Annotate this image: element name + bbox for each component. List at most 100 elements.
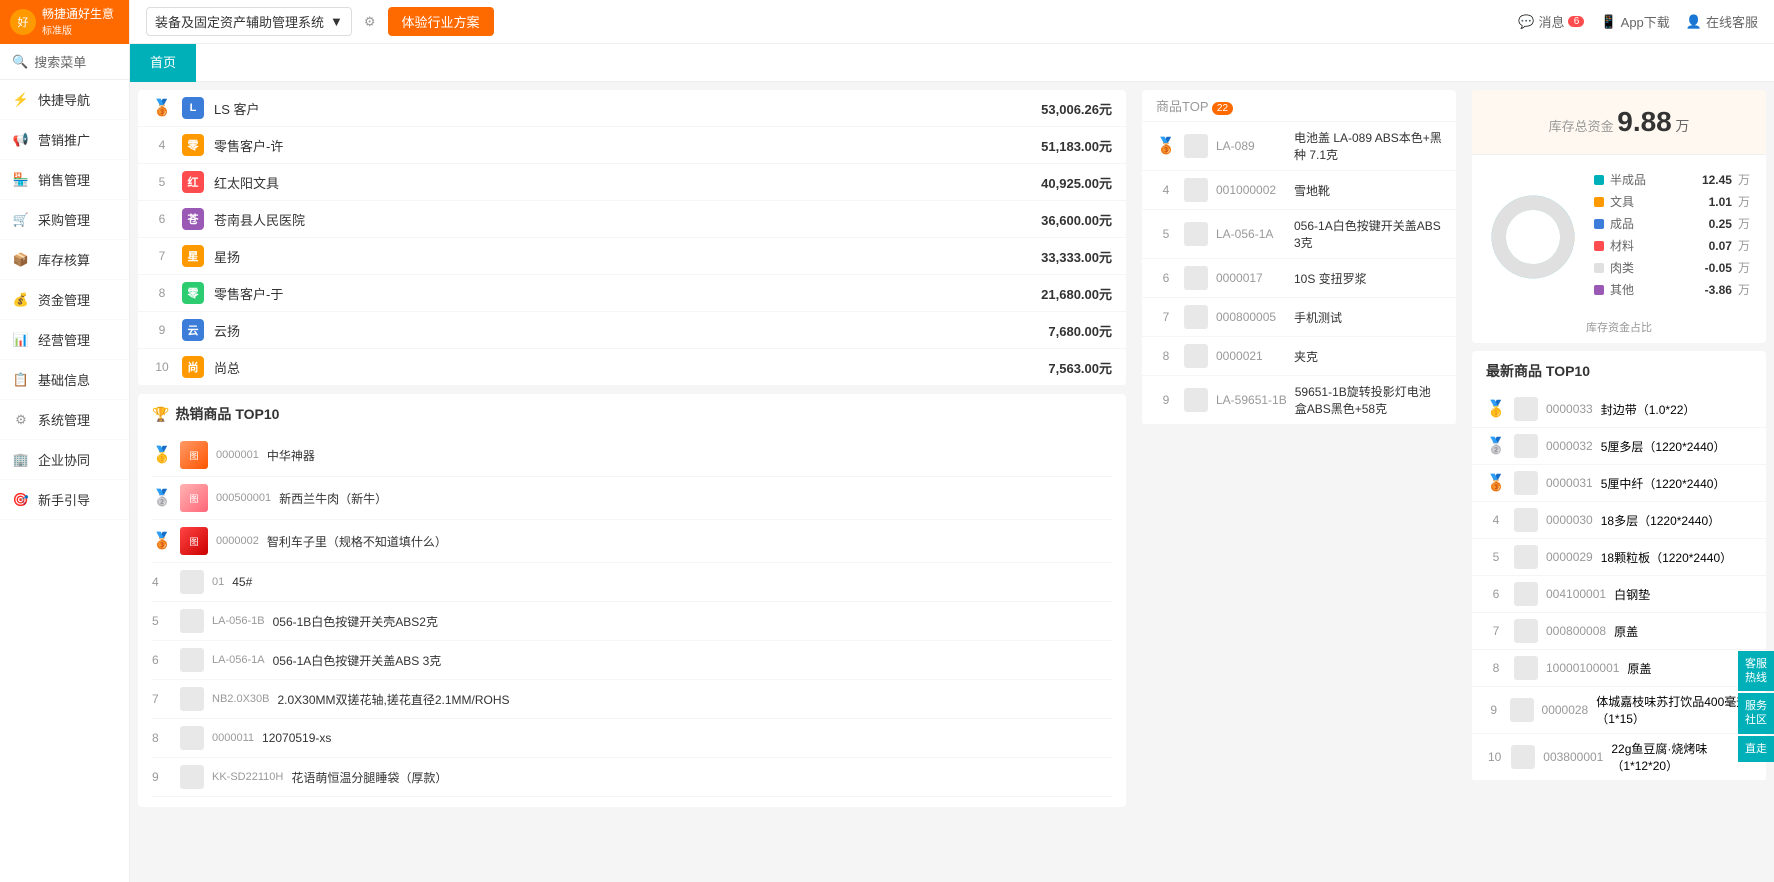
prod-code-0000017: 0000017 — [1216, 271, 1286, 285]
stock-chart-area: 半成品 12.45 万 文具 1.01 万 成品 — [1472, 155, 1766, 319]
company-icon: 🏢 — [12, 451, 30, 469]
new-products-header: 最新商品 TOP10 — [1472, 351, 1766, 391]
guide-icon: 🎯 — [12, 491, 30, 509]
app-download-label: App下载 — [1621, 12, 1670, 31]
hot-img-7 — [180, 687, 204, 711]
search-menu[interactable]: 🔍 搜索菜单 — [0, 44, 129, 80]
hot-code-5: LA-056-1B — [212, 615, 265, 627]
sidebar-item-system[interactable]: ⚙ 系统管理 — [0, 400, 129, 440]
prod-img-000800005 — [1184, 305, 1208, 329]
new-products-title: 最新商品 TOP10 — [1486, 363, 1590, 379]
top-products-panel: 商品TOP 22 🥉 LA-089 电池盖 LA-089 ABS本色+黑种 7.… — [1134, 82, 1464, 882]
list-item: 8 10000100001 原盖 — [1472, 650, 1766, 687]
legend-unit-roulei: 万 — [1738, 259, 1750, 276]
customer-amount-ling-xu: 51,183.00元 — [1041, 136, 1112, 155]
prod-code-la0561a: LA-056-1A — [1216, 227, 1286, 241]
new-prod-name-9: 体城嘉枝味苏打饮品400毫升（1*15） — [1596, 693, 1752, 727]
marketing-icon: 📢 — [12, 131, 30, 149]
legend-value-banchenpin: 12.45 — [1702, 173, 1732, 187]
new-prod-code-3: 0000031 — [1546, 476, 1593, 490]
legend-unit-cailiao: 万 — [1738, 237, 1750, 254]
customer-amount-hong: 40,925.00元 — [1041, 173, 1112, 192]
hot-img-2: 图 — [180, 484, 208, 512]
settings-icon[interactable]: ⚙ — [364, 14, 376, 30]
system-name: 装备及固定资产辅助管理系统 — [155, 12, 324, 31]
new-prod-img-5 — [1514, 545, 1538, 569]
system-selector[interactable]: 装备及固定资产辅助管理系统 ▼ — [146, 7, 352, 36]
online-service-item[interactable]: 👤 在线客服 — [1686, 12, 1758, 31]
legend-dot-roulei — [1594, 263, 1604, 273]
prod-code-000800005: 000800005 — [1216, 310, 1286, 324]
prod-name-0000021: 夹克 — [1294, 348, 1442, 365]
customer-name-cang: 苍南县人民医院 — [214, 210, 1031, 229]
search-menu-label: 搜索菜单 — [34, 52, 86, 71]
customer-amount-yun: 7,680.00元 — [1048, 321, 1112, 340]
app-download-item[interactable]: 📱 App下载 — [1600, 12, 1669, 31]
page-tabs: 首页 — [130, 44, 1774, 82]
new-prod-img-4 — [1514, 508, 1538, 532]
new-prod-name-5: 18颗粒板（1220*2440） — [1601, 549, 1732, 566]
service-icon: 👤 — [1686, 14, 1702, 30]
hot-img-4 — [180, 570, 204, 594]
list-item: 6 004100001 白钢垫 — [1472, 576, 1766, 613]
legend-dot-wenju — [1594, 197, 1604, 207]
sidebar-item-guide[interactable]: 🎯 新手引导 — [0, 480, 129, 520]
service-label: 在线客服 — [1706, 12, 1758, 31]
stock-total-unit: 万 — [1675, 118, 1689, 134]
sidebar-item-guide-label: 新手引导 — [38, 490, 90, 509]
trial-button[interactable]: 体验行业方案 — [388, 7, 494, 36]
app-version: 标准版 — [42, 22, 114, 37]
prod-img-la0561a — [1184, 222, 1208, 246]
new-prod-name-6: 白钢垫 — [1614, 586, 1650, 603]
trophy-icon: 🏆 — [152, 406, 169, 423]
sidebar-item-finance[interactable]: 💰 资金管理 — [0, 280, 129, 320]
prod-img-0000017 — [1184, 266, 1208, 290]
operation-icon: 📊 — [12, 331, 30, 349]
new-prod-code-2: 0000032 — [1546, 439, 1593, 453]
sales-icon: 🏪 — [12, 171, 30, 189]
legend-name-roulei: 肉类 — [1610, 259, 1699, 276]
sidebar-item-purchase[interactable]: 🛒 采购管理 — [0, 200, 129, 240]
float-community-btn[interactable]: 服务社区 — [1738, 693, 1774, 734]
sales-top-card: 🥉 L LS 客户 53,006.26元 4 零 零售客户-许 51,183.0… — [138, 90, 1126, 386]
new-prod-code-6: 004100001 — [1546, 587, 1606, 601]
messages-item[interactable]: 💬 消息 6 — [1518, 12, 1584, 31]
hot-name-4: 45# — [232, 575, 252, 589]
legend-name-qita: 其他 — [1610, 281, 1699, 298]
list-item: 🥇 0000033 封边带（1.0*22） — [1472, 391, 1766, 428]
new-rank-3: 🥉 — [1486, 473, 1506, 493]
list-item: 4 01 45# — [152, 563, 1112, 602]
list-item: 9 0000028 体城嘉枝味苏打饮品400毫升（1*15） — [1472, 687, 1766, 734]
legend-name-banchenpin: 半成品 — [1610, 171, 1696, 188]
sidebar-item-purchase-label: 采购管理 — [38, 210, 90, 229]
customer-badge-yun: 云 — [182, 319, 204, 341]
float-direct-btn[interactable]: 直走 — [1738, 736, 1774, 762]
new-prod-name-2: 5厘多层（1220*2440） — [1601, 438, 1726, 455]
legend-dot-banchenpin — [1594, 175, 1604, 185]
sidebar-item-operation[interactable]: 📊 经营管理 — [0, 320, 129, 360]
list-item: 🥉 图 0000002 智利车子里（规格不知道填什么） — [152, 520, 1112, 563]
hot-rank-9: 9 — [152, 770, 172, 784]
sidebar-item-marketing[interactable]: 📢 营销推广 — [0, 120, 129, 160]
sidebar-item-company[interactable]: 🏢 企业协同 — [0, 440, 129, 480]
sidebar-item-stock[interactable]: 📦 库存核算 — [0, 240, 129, 280]
rank-3-medal: 🥉 — [152, 98, 172, 118]
new-prod-name-3: 5厘中纤（1220*2440） — [1601, 475, 1726, 492]
sidebar-item-sales[interactable]: 🏪 销售管理 — [0, 160, 129, 200]
stock-total: 库存总资金 9.88 万 — [1472, 90, 1766, 155]
list-item: 🥉 0000031 5厘中纤（1220*2440） — [1472, 465, 1766, 502]
rank-6-prod: 6 — [1156, 271, 1176, 285]
tab-home[interactable]: 首页 — [130, 44, 196, 82]
sidebar-item-quick[interactable]: ⚡ 快捷导航 — [0, 80, 129, 120]
sidebar-item-base-label: 基础信息 — [38, 370, 90, 389]
sidebar-item-base[interactable]: 📋 基础信息 — [0, 360, 129, 400]
sidebar-item-quick-label: 快捷导航 — [38, 90, 90, 109]
customer-name-ls: LS 客户 — [214, 99, 1031, 118]
list-item: 5 LA-056-1B 056-1B白色按键开关壳ABS2克 — [152, 602, 1112, 641]
float-service-btn[interactable]: 客服热线 — [1738, 651, 1774, 692]
message-badge: 6 — [1568, 16, 1584, 27]
list-item: 7 000800008 原盖 — [1472, 613, 1766, 650]
topbar-right: 💬 消息 6 📱 App下载 👤 在线客服 — [1518, 12, 1758, 31]
quick-icon: ⚡ — [12, 91, 30, 109]
list-item: 🥈 图 000500001 新西兰牛肉（新牛） — [152, 477, 1112, 520]
